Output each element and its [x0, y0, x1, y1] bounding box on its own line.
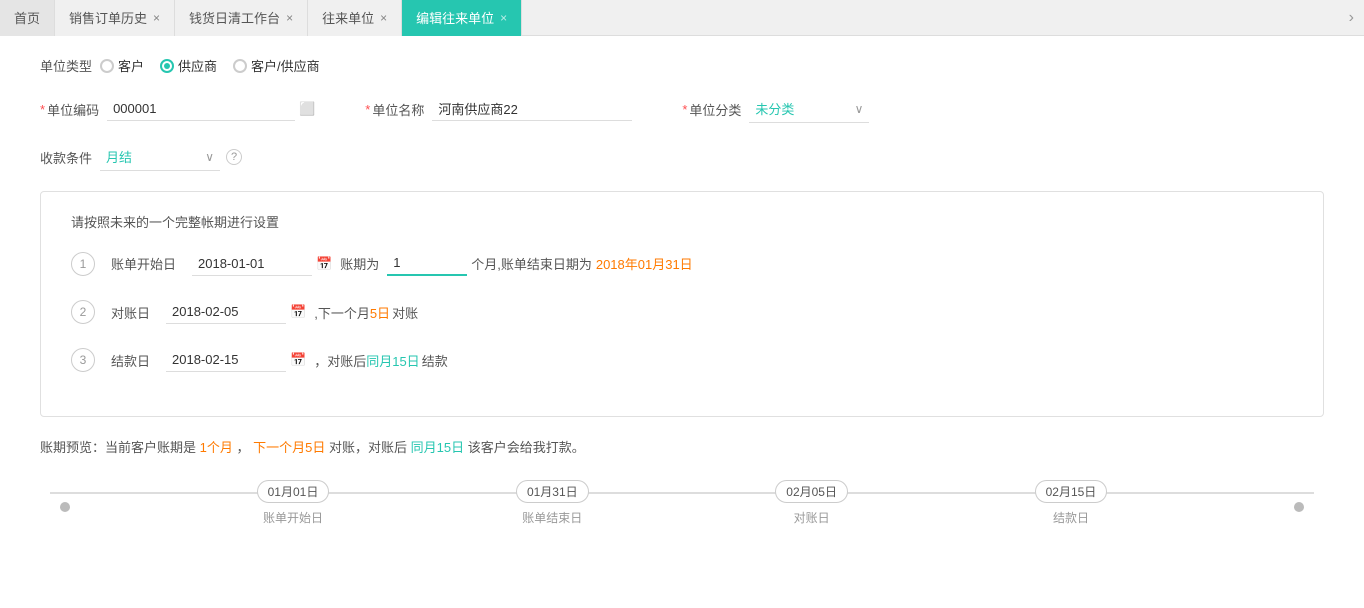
tab-edit-partner[interactable]: 编辑往来单位 × [402, 0, 522, 36]
preview-mid: 对账，对账后 [329, 440, 407, 455]
period-date-input-2[interactable] [166, 300, 286, 324]
period-num-2: 2 [71, 300, 95, 324]
preview-end: 该客户会给我打款。 [468, 440, 585, 455]
timeline-section: 01月01日 账单开始日 01月31日 账单结束日 02月05日 对账日 02月… [40, 480, 1324, 526]
unit-name-label: 单位名称 [372, 100, 424, 119]
timeline-item-1: 01月01日 账单开始日 [257, 480, 330, 526]
period-suffix-after-1: 个月,账单结束日期为 [471, 254, 592, 273]
unit-name-required: * [365, 102, 370, 117]
unit-code-input[interactable] [107, 97, 295, 121]
payment-terms-value: 月结 [106, 147, 199, 166]
timeline-items: 01月01日 账单开始日 01月31日 账单结束日 02月05日 对账日 02月… [60, 480, 1304, 526]
unit-type-row: 单位类型 客户 供应商 客户/供应商 [40, 56, 1324, 75]
payment-terms-select[interactable]: 月结 ∨ [100, 143, 220, 171]
chevron-down-icon-payment: ∨ [205, 150, 214, 164]
timeline-label-2: 账单结束日 [522, 509, 582, 526]
unit-category-required: * [682, 102, 687, 117]
help-icon[interactable]: ? [226, 149, 242, 165]
period-row-1: 1 账单开始日 📅 账期为 个月,账单结束日期为 2018年01月31日 [71, 251, 1293, 276]
tab-sales-history[interactable]: 销售订单历史 × [55, 0, 175, 36]
close-sales-history[interactable]: × [153, 11, 160, 25]
period-suffix-before-1: 账期为 [340, 254, 379, 273]
tab-partner[interactable]: 往来单位 × [308, 0, 402, 36]
period-label-2: 对账日 [111, 303, 150, 322]
period-date-input-1[interactable] [192, 252, 312, 276]
period-box-title: 请按照未来的一个完整帐期进行设置 [71, 212, 1293, 231]
timeline-item-3: 02月05日 对账日 [775, 480, 848, 526]
radio-circle-supplier [160, 59, 174, 73]
tab-home[interactable]: 首页 [0, 0, 55, 36]
timeline-label-4: 结款日 [1053, 509, 1089, 526]
period-row-2: 2 对账日 📅 ,下一个月 5日 对账 [71, 300, 1293, 324]
timeline-badge-3: 02月05日 [775, 480, 848, 503]
preview-part1: 1个月 [200, 440, 233, 455]
period-date-input-3[interactable] [166, 348, 286, 372]
period-settings-box: 请按照未来的一个完整帐期进行设置 1 账单开始日 📅 账期为 个月,账单结束日期… [40, 191, 1324, 417]
preview-label: 账期预览：当前客户账期是 [40, 440, 196, 455]
period-highlight-3: 同月15日 [366, 351, 419, 370]
calendar-icon-3[interactable]: 📅 [290, 352, 306, 368]
tab-cash-daily[interactable]: 钱货日清工作台 × [175, 0, 308, 36]
period-row-3: 3 结款日 📅 ，对账后 同月15日 结款 [71, 348, 1293, 372]
radio-circle-both [233, 59, 247, 73]
radio-circle-customer [100, 59, 114, 73]
payment-terms-label: 收款条件 [40, 148, 92, 167]
radio-customer[interactable]: 客户 [100, 56, 144, 75]
preview-part3: 同月15日 [411, 440, 464, 455]
close-edit-partner[interactable]: × [500, 11, 507, 25]
period-label-3: 结款日 [111, 351, 150, 370]
calendar-icon-2[interactable]: 📅 [290, 304, 306, 320]
timeline-badge-2: 01月31日 [516, 480, 589, 503]
period-months-input[interactable] [387, 251, 467, 276]
payment-terms-group: 收款条件 月结 ∨ ? [40, 143, 242, 171]
unit-category-group: * 单位分类 未分类 ∨ [682, 95, 869, 123]
tab-bar: 首页 销售订单历史 × 钱货日清工作台 × 往来单位 × 编辑往来单位 × › [0, 0, 1364, 36]
preview-comma1: ， [237, 440, 250, 455]
tab-more-button[interactable]: › [1339, 9, 1364, 27]
preview-section: 账期预览：当前客户账期是 1个月 ， 下一个月5日 对账，对账后 同月15日 该… [40, 437, 1324, 456]
unit-category-select[interactable]: 未分类 ∨ [749, 95, 869, 123]
dot-end [1294, 502, 1304, 512]
copy-icon[interactable]: ⬜ [299, 101, 315, 117]
unit-name-group: * 单位名称 [365, 97, 632, 121]
unit-name-input[interactable] [432, 97, 632, 121]
period-num-3: 3 [71, 348, 95, 372]
timeline-item-2: 01月31日 账单结束日 [516, 480, 589, 526]
unit-type-label: 单位类型 [40, 56, 92, 75]
period-num-1: 1 [71, 252, 95, 276]
unit-category-label: 单位分类 [689, 100, 741, 119]
unit-category-value: 未分类 [755, 99, 848, 118]
unit-code-label: 单位编码 [47, 100, 99, 119]
timeline-label-1: 账单开始日 [263, 509, 323, 526]
period-suffix2-3: 结款 [422, 351, 448, 370]
radio-supplier[interactable]: 供应商 [160, 56, 217, 75]
calendar-icon-1[interactable]: 📅 [316, 256, 332, 272]
period-label-1: 账单开始日 [111, 254, 176, 273]
period-suffix2-2: 对账 [392, 303, 418, 322]
unit-type-group: 单位类型 客户 供应商 客户/供应商 [40, 56, 320, 75]
period-suffix-2: ,下一个月 [314, 303, 370, 322]
radio-group-unit-type: 客户 供应商 客户/供应商 [100, 56, 320, 75]
period-suffix-3: ，对账后 [314, 351, 366, 370]
main-content: 单位类型 客户 供应商 客户/供应商 * 单位编码 [0, 36, 1364, 608]
close-partner[interactable]: × [380, 11, 387, 25]
chevron-down-icon: ∨ [855, 102, 864, 116]
timeline-start-dot [60, 487, 70, 526]
timeline-label-3: 对账日 [794, 509, 830, 526]
payment-terms-row: 收款条件 月结 ∨ ? [40, 143, 1324, 171]
timeline-end-dot [1294, 487, 1304, 526]
timeline-badge-4: 02月15日 [1035, 480, 1108, 503]
radio-both[interactable]: 客户/供应商 [233, 56, 320, 75]
unit-info-row: * 单位编码 ⬜ * 单位名称 * 单位分类 未分类 ∨ [40, 95, 1324, 123]
dot-start [60, 502, 70, 512]
preview-part2: 下一个月5日 [253, 440, 325, 455]
unit-code-group: * 单位编码 ⬜ [40, 97, 315, 121]
period-highlight-2: 5日 [370, 303, 390, 322]
timeline-badge-1: 01月01日 [257, 480, 330, 503]
close-cash-daily[interactable]: × [286, 11, 293, 25]
period-end-date-1: 2018年01月31日 [596, 254, 693, 273]
unit-code-required: * [40, 102, 45, 117]
timeline-item-4: 02月15日 结款日 [1035, 480, 1108, 526]
